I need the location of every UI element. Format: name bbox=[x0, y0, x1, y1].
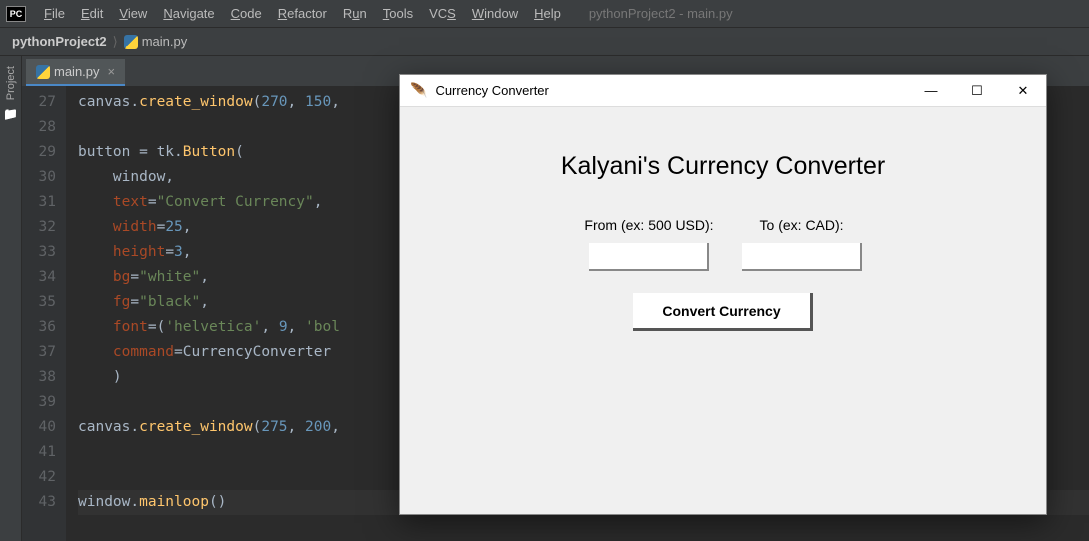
menu-tools[interactable]: Tools bbox=[375, 6, 421, 21]
menu-view[interactable]: View bbox=[111, 6, 155, 21]
tk-feather-icon bbox=[410, 82, 435, 99]
sidebar-label: Project bbox=[5, 66, 17, 100]
breadcrumb-file[interactable]: main.py bbox=[142, 34, 188, 49]
menu-navigate[interactable]: Navigate bbox=[155, 6, 222, 21]
menu-window[interactable]: Window bbox=[464, 6, 526, 21]
close-button[interactable]: ✕ bbox=[1000, 75, 1046, 107]
convert-button[interactable]: Convert Currency bbox=[633, 293, 813, 331]
to-input[interactable] bbox=[742, 243, 862, 271]
close-icon[interactable]: × bbox=[108, 64, 116, 79]
pycharm-logo-icon: PC bbox=[6, 6, 26, 22]
menu-refactor[interactable]: Refactor bbox=[270, 6, 335, 21]
menu-help[interactable]: Help bbox=[526, 6, 569, 21]
minimize-button[interactable]: — bbox=[908, 75, 954, 107]
window-title: pythonProject2 - main.py bbox=[589, 6, 733, 21]
tk-titlebar[interactable]: Currency Converter — ☐ ✕ bbox=[400, 75, 1046, 107]
maximize-button[interactable]: ☐ bbox=[954, 75, 1000, 107]
menu-run[interactable]: Run bbox=[335, 6, 375, 21]
to-label: To (ex: CAD): bbox=[760, 217, 844, 233]
menu-file[interactable]: File bbox=[36, 6, 73, 21]
python-file-icon bbox=[36, 65, 50, 79]
tk-body: Kalyani's Currency Converter From (ex: 5… bbox=[400, 107, 1046, 514]
menu-vcs[interactable]: VCS bbox=[421, 6, 464, 21]
project-tool-sidebar[interactable]: Project bbox=[0, 56, 22, 541]
ide-menubar: PC File Edit View Navigate Code Refactor… bbox=[0, 0, 1089, 28]
folder-icon bbox=[3, 106, 18, 121]
tab-label: main.py bbox=[54, 64, 100, 79]
line-gutter: 2728293031323334353637383940414243 bbox=[22, 86, 66, 541]
tk-window-title: Currency Converter bbox=[435, 83, 548, 98]
menu-edit[interactable]: Edit bbox=[73, 6, 111, 21]
tkinter-app-window[interactable]: Currency Converter — ☐ ✕ Kalyani's Curre… bbox=[399, 74, 1047, 515]
python-file-icon bbox=[124, 35, 138, 49]
from-input[interactable] bbox=[589, 243, 709, 271]
breadcrumb: pythonProject2 ⟩ main.py bbox=[0, 28, 1089, 56]
breadcrumb-separator-icon: ⟩ bbox=[113, 34, 118, 50]
menu-code[interactable]: Code bbox=[223, 6, 270, 21]
breadcrumb-project[interactable]: pythonProject2 bbox=[12, 34, 107, 49]
app-heading: Kalyani's Currency Converter bbox=[561, 152, 885, 181]
tab-main-py[interactable]: main.py × bbox=[26, 59, 125, 86]
from-label: From (ex: 500 USD): bbox=[584, 217, 713, 233]
